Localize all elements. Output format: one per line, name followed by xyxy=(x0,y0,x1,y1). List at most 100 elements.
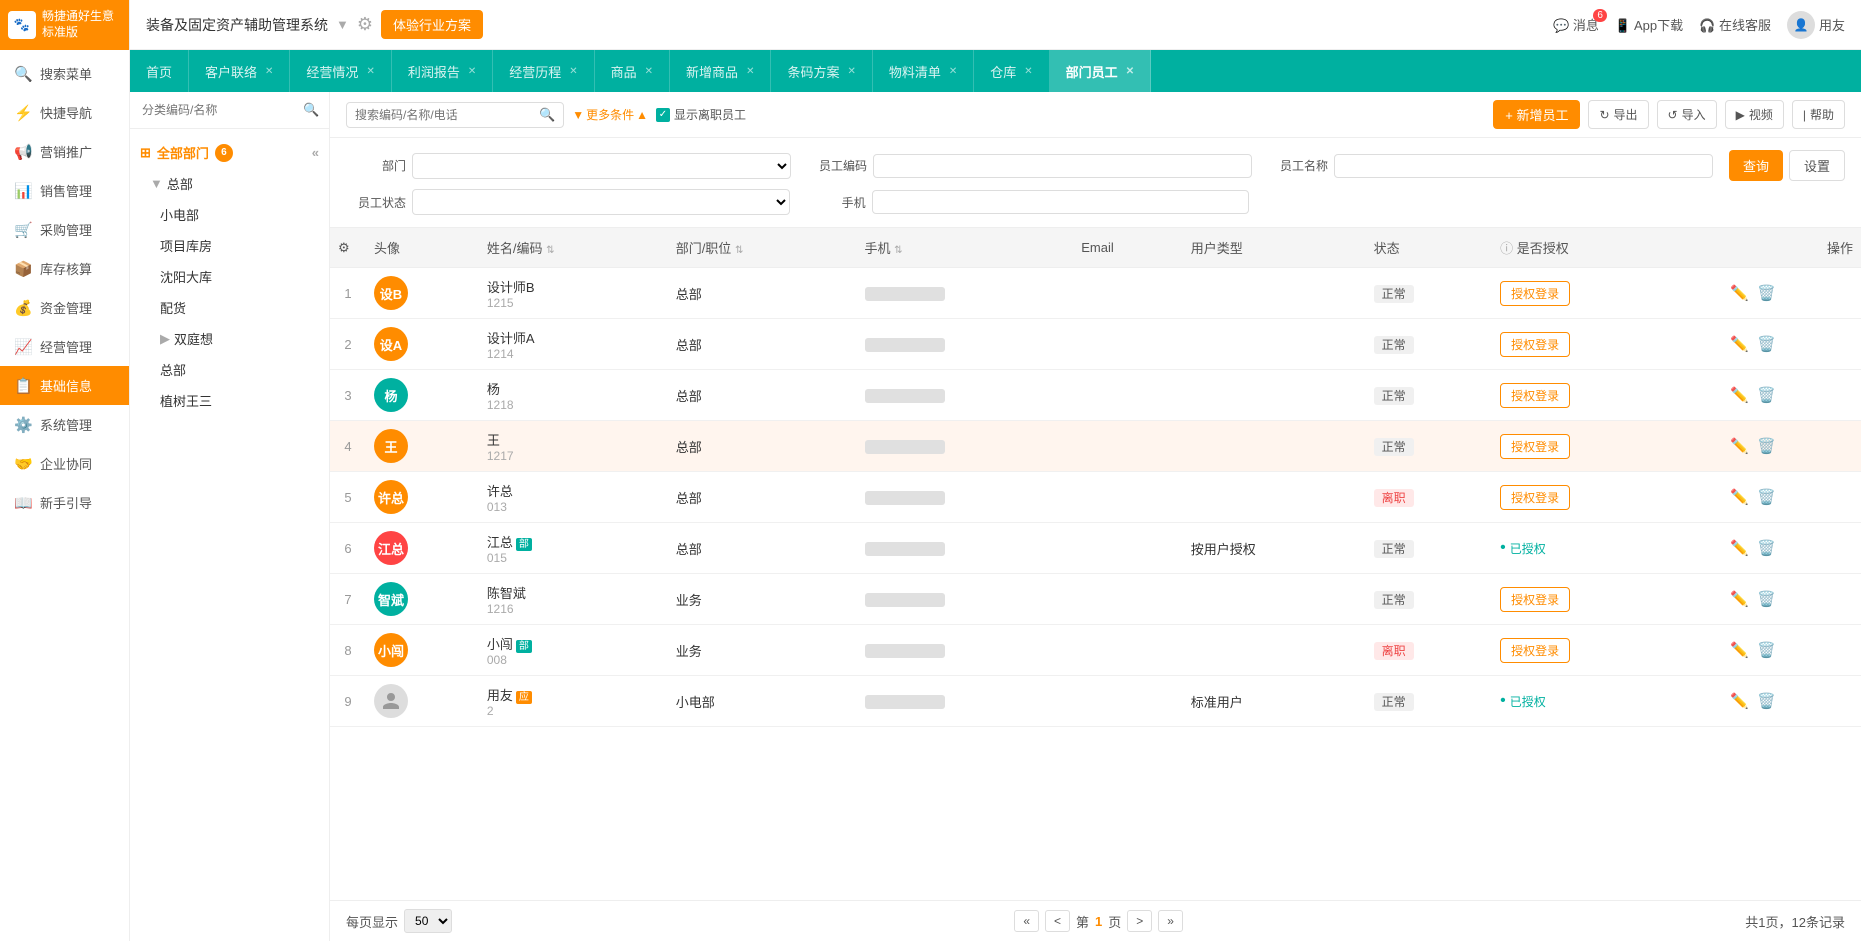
tab-employees[interactable]: 部门员工 ✕ xyxy=(1050,50,1151,92)
delete-icon[interactable]: 🗑️ xyxy=(1757,335,1776,353)
delete-icon[interactable]: 🗑️ xyxy=(1757,386,1776,404)
trial-button[interactable]: 体验行业方案 xyxy=(381,10,483,39)
phone-input[interactable] xyxy=(872,190,1250,214)
last-page-btn[interactable]: » xyxy=(1158,910,1183,932)
dept-node-distribution[interactable]: 配货 xyxy=(130,292,329,323)
edit-icon[interactable]: ✏️ xyxy=(1730,437,1749,455)
sidebar-item-inventory[interactable]: 📦 库存核算 xyxy=(0,249,129,288)
tab-profit[interactable]: 利润报告 ✕ xyxy=(392,50,493,92)
search-input[interactable] xyxy=(355,108,535,122)
tab-warehouse[interactable]: 仓库 ✕ xyxy=(974,50,1049,92)
user-menu[interactable]: 👤 用友 xyxy=(1787,11,1845,39)
tab-customer[interactable]: 客户联络 ✕ xyxy=(189,50,290,92)
edit-icon[interactable]: ✏️ xyxy=(1730,641,1749,659)
collapse-icon[interactable]: « xyxy=(312,145,319,160)
delete-icon[interactable]: 🗑️ xyxy=(1757,437,1776,455)
emp-status-select[interactable] xyxy=(412,189,790,215)
edit-icon[interactable]: ✏️ xyxy=(1730,284,1749,302)
tab-close-profit[interactable]: ✕ xyxy=(468,66,476,77)
delete-icon[interactable]: 🗑️ xyxy=(1757,488,1776,506)
auth-login-button[interactable]: 授权登录 xyxy=(1500,332,1570,357)
tab-close-warehouse[interactable]: ✕ xyxy=(1024,66,1032,77)
search-icon[interactable]: 🔍 xyxy=(539,107,555,123)
tab-close-new-goods[interactable]: ✕ xyxy=(746,66,754,77)
dept-node-hq2[interactable]: 总部 xyxy=(130,354,329,385)
dept-node-zhishu[interactable]: 植树王三 xyxy=(130,385,329,416)
import-button[interactable]: ↺ 导入 xyxy=(1657,100,1717,129)
per-page-select[interactable]: 50 xyxy=(404,909,452,933)
first-page-btn[interactable]: « xyxy=(1014,910,1039,932)
delete-icon[interactable]: 🗑️ xyxy=(1757,284,1776,302)
auth-login-button[interactable]: 授权登录 xyxy=(1500,638,1570,663)
sidebar-item-enterprise[interactable]: 🤝 企业协同 xyxy=(0,444,129,483)
tab-close-barcode[interactable]: ✕ xyxy=(847,66,855,77)
settings-icon[interactable]: ⚙ xyxy=(357,14,373,35)
dept-node-shenyang[interactable]: 沈阳大库 xyxy=(130,261,329,292)
sidebar-item-operations[interactable]: 📈 经营管理 xyxy=(0,327,129,366)
dropdown-icon[interactable]: ▼ xyxy=(336,17,349,32)
dept-node-headquarters[interactable]: ▼ 总部 xyxy=(130,168,329,199)
tab-journey[interactable]: 经营历程 ✕ xyxy=(493,50,594,92)
tab-new-goods[interactable]: 新增商品 ✕ xyxy=(670,50,771,92)
tab-close-goods[interactable]: ✕ xyxy=(645,66,653,77)
auth-login-button[interactable]: 授权登录 xyxy=(1500,587,1570,612)
online-service-link[interactable]: 🎧 在线客服 xyxy=(1699,15,1771,34)
query-button[interactable]: 查询 xyxy=(1729,150,1783,181)
auth-login-button[interactable]: 授权登录 xyxy=(1500,281,1570,306)
sidebar-item-search-menu[interactable]: 🔍 搜索菜单 xyxy=(0,54,129,93)
emp-name-input[interactable] xyxy=(1334,154,1713,178)
export-button[interactable]: ↻ 导出 xyxy=(1588,100,1648,129)
dept-node-project-store[interactable]: 项目库房 xyxy=(130,230,329,261)
show-resigned-toggle[interactable]: ✓ 显示离职员工 xyxy=(656,106,746,123)
settings-button[interactable]: 设置 xyxy=(1789,150,1845,181)
sidebar-item-guide[interactable]: 📖 新手引导 xyxy=(0,483,129,522)
edit-icon[interactable]: ✏️ xyxy=(1730,590,1749,608)
tab-close-bom[interactable]: ✕ xyxy=(949,66,957,77)
col-dept[interactable]: 部门/职位 ⇅ xyxy=(668,228,857,268)
dept-filter-select[interactable] xyxy=(412,153,791,179)
edit-icon[interactable]: ✏️ xyxy=(1730,386,1749,404)
edit-icon[interactable]: ✏️ xyxy=(1730,692,1749,710)
tab-close-employees[interactable]: ✕ xyxy=(1126,66,1134,77)
settings-col-icon[interactable]: ⚙ xyxy=(338,240,350,255)
col-settings[interactable]: ⚙ xyxy=(330,228,366,268)
delete-icon[interactable]: 🗑️ xyxy=(1757,692,1776,710)
sidebar-item-basic-info[interactable]: 📋 基础信息 xyxy=(0,366,129,405)
tab-bom[interactable]: 物料清单 ✕ xyxy=(873,50,974,92)
tab-operations-status[interactable]: 经营情况 ✕ xyxy=(290,50,391,92)
dept-node-small-elec[interactable]: 小电部 xyxy=(130,199,329,230)
sidebar-item-sales[interactable]: 📊 销售管理 xyxy=(0,171,129,210)
sidebar-item-purchase[interactable]: 🛒 采购管理 xyxy=(0,210,129,249)
auth-login-button[interactable]: 授权登录 xyxy=(1500,383,1570,408)
auth-login-button[interactable]: 授权登录 xyxy=(1500,434,1570,459)
col-name[interactable]: 姓名/编码 ⇅ xyxy=(479,228,668,268)
auth-login-button[interactable]: 授权登录 xyxy=(1500,485,1570,510)
edit-icon[interactable]: ✏️ xyxy=(1730,539,1749,557)
add-employee-button[interactable]: + 新增员工 xyxy=(1493,100,1580,129)
dept-search-icon[interactable]: 🔍 xyxy=(303,102,319,118)
col-phone[interactable]: 手机 ⇅ xyxy=(857,228,1074,268)
sidebar-item-system[interactable]: ⚙️ 系统管理 xyxy=(0,405,129,444)
edit-icon[interactable]: ✏️ xyxy=(1730,335,1749,353)
tab-close-journey[interactable]: ✕ xyxy=(569,66,577,77)
delete-icon[interactable]: 🗑️ xyxy=(1757,641,1776,659)
sidebar-item-finance[interactable]: 💰 资金管理 xyxy=(0,288,129,327)
app-download-link[interactable]: 📱 App下载 xyxy=(1615,15,1683,34)
notification-section[interactable]: 💬 6 消息 xyxy=(1553,15,1599,34)
dept-all-header[interactable]: ⊞ 全部部门 6 « xyxy=(130,137,329,168)
tab-home[interactable]: 首页 xyxy=(130,50,189,92)
tab-barcode[interactable]: 条码方案 ✕ xyxy=(771,50,872,92)
dept-search-input[interactable] xyxy=(142,103,297,117)
sidebar-item-quick-nav[interactable]: ⚡ 快捷导航 xyxy=(0,93,129,132)
delete-icon[interactable]: 🗑️ xyxy=(1757,590,1776,608)
more-conditions-btn[interactable]: ▼ 更多条件 ▲ xyxy=(572,106,648,123)
edit-icon[interactable]: ✏️ xyxy=(1730,488,1749,506)
tab-goods[interactable]: 商品 ✕ xyxy=(595,50,670,92)
more-button[interactable]: | 帮助 xyxy=(1792,100,1845,129)
sidebar-item-marketing[interactable]: 📢 营销推广 xyxy=(0,132,129,171)
emp-code-input[interactable] xyxy=(873,154,1252,178)
dept-node-shuangting[interactable]: ▶ 双庭想 xyxy=(130,323,329,354)
tab-close-operations-status[interactable]: ✕ xyxy=(366,66,374,77)
tab-close-customer[interactable]: ✕ xyxy=(265,66,273,77)
video-button[interactable]: ▶ 视频 xyxy=(1725,100,1784,129)
